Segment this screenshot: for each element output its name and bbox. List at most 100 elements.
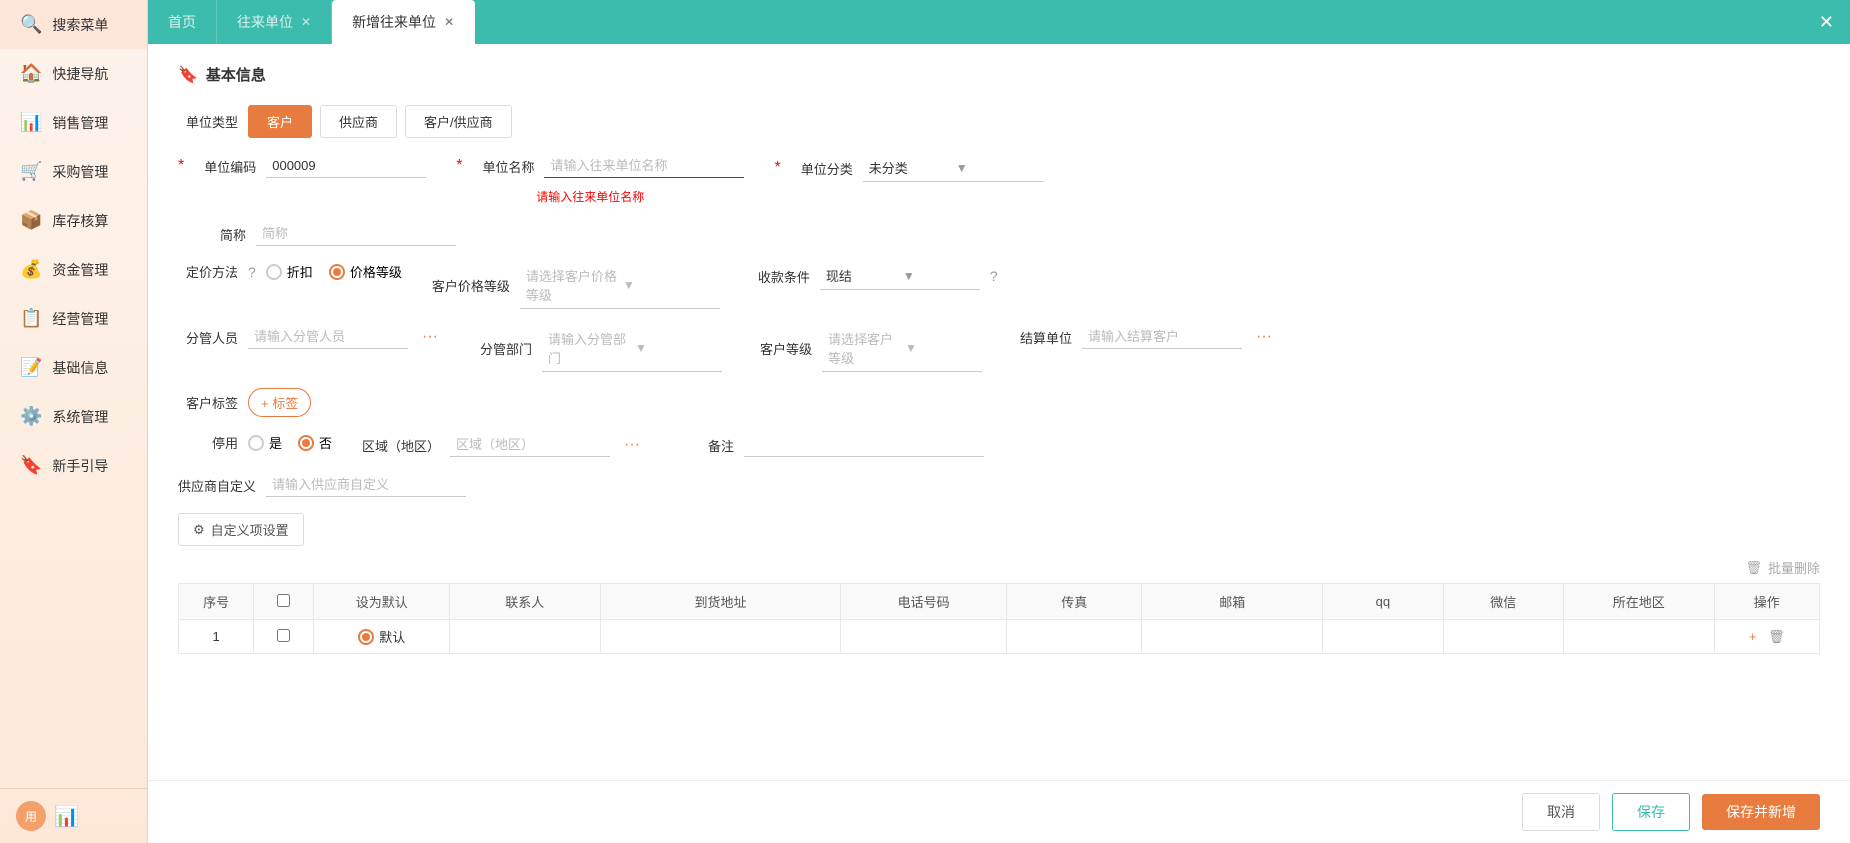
tab-partner-label: 往来单位 bbox=[237, 12, 293, 32]
department-arrow-icon: ▼ bbox=[635, 341, 716, 355]
supplier-custom-row: 供应商自定义 bbox=[178, 473, 1820, 497]
th-contact: 联系人 bbox=[449, 584, 600, 620]
unit-name-input[interactable] bbox=[544, 154, 744, 178]
tags-row: 客户标签 + 标签 bbox=[178, 388, 1820, 417]
tab-partner-close[interactable]: ✕ bbox=[301, 15, 311, 29]
manager-label: 分管人员 bbox=[178, 328, 238, 347]
manager-dots-button[interactable]: ··· bbox=[418, 328, 442, 346]
sidebar-item-system[interactable]: ⚙️ 系统管理 bbox=[0, 392, 147, 441]
abbreviation-group: 简称 bbox=[178, 222, 456, 246]
pricing-help-icon[interactable]: ? bbox=[248, 264, 256, 280]
custom-settings-button[interactable]: ⚙ 自定义项设置 bbox=[178, 513, 304, 546]
tab-home[interactable]: 首页 bbox=[148, 0, 217, 44]
unit-category-arrow-icon: ▼ bbox=[956, 161, 1037, 175]
disable-yes-radio[interactable]: 是 bbox=[248, 433, 282, 452]
settlement-group: 结算单位 ··· bbox=[1012, 325, 1276, 349]
discount-radio-circle bbox=[266, 264, 282, 280]
th-phone: 电话号码 bbox=[841, 584, 1007, 620]
row-delete-button[interactable]: 🗑 bbox=[1768, 629, 1785, 644]
sidebar-item-label: 搜索菜单 bbox=[52, 15, 108, 35]
row-default-circle bbox=[358, 629, 374, 645]
pricing-radio-group: 折扣 价格等级 bbox=[266, 262, 402, 281]
save-button[interactable]: 保存 bbox=[1612, 793, 1690, 831]
department-select[interactable]: 请输入分管部门 ▼ bbox=[542, 325, 722, 372]
manager-group: 分管人员 ··· bbox=[178, 325, 442, 349]
cancel-button[interactable]: 取消 bbox=[1522, 793, 1600, 831]
supplier-custom-input[interactable] bbox=[266, 473, 466, 497]
sidebar-item-label: 资金管理 bbox=[52, 260, 108, 280]
batch-delete-label[interactable]: 批量删除 bbox=[1768, 558, 1820, 577]
customer-level-select[interactable]: 请选择客户等级 ▼ bbox=[822, 325, 982, 372]
abbreviation-row: 简称 bbox=[178, 222, 1820, 246]
section-basic-info: 🔖 基本信息 bbox=[178, 64, 1820, 85]
unit-code-required: * bbox=[178, 157, 184, 175]
sidebar-bottom-icon: 📊 bbox=[54, 804, 79, 829]
tab-home-label: 首页 bbox=[168, 12, 196, 32]
row-checkbox[interactable] bbox=[277, 629, 290, 642]
tab-partner[interactable]: 往来单位 ✕ bbox=[217, 0, 332, 44]
tab-new-partner-close[interactable]: ✕ bbox=[444, 15, 454, 29]
th-address: 到货地址 bbox=[600, 584, 841, 620]
region-input[interactable] bbox=[450, 433, 610, 457]
tab-new-partner[interactable]: 新增往来单位 ✕ bbox=[332, 0, 475, 44]
sidebar-item-operation[interactable]: 📋 经营管理 bbox=[0, 294, 147, 343]
customer-price-level-label: 客户价格等级 bbox=[432, 276, 510, 295]
remark-label: 备注 bbox=[674, 436, 734, 455]
close-all-button[interactable]: ✕ bbox=[1803, 12, 1850, 33]
disable-region-remark-row: 停用 是 否 区域（地区） ··· 备注 bbox=[178, 433, 1820, 457]
manager-input[interactable] bbox=[248, 325, 408, 349]
disable-yes-label: 是 bbox=[269, 433, 282, 452]
settlement-dots-button[interactable]: ··· bbox=[1252, 328, 1276, 346]
unit-name-label: 单位名称 bbox=[474, 157, 534, 176]
row-address bbox=[600, 620, 841, 654]
sidebar-item-inventory[interactable]: 📦 库存核算 bbox=[0, 196, 147, 245]
payment-help-icon[interactable]: ? bbox=[990, 268, 998, 284]
discount-label: 折扣 bbox=[287, 262, 313, 281]
customer-level-label: 客户等级 bbox=[752, 339, 812, 358]
pricing-level-radio[interactable]: 价格等级 bbox=[329, 262, 402, 281]
sidebar-item-search[interactable]: 🔍 搜索菜单 bbox=[0, 0, 147, 49]
region-dots-button[interactable]: ··· bbox=[620, 436, 644, 454]
customer-price-level-select[interactable]: 请选择客户价格等级 ▼ bbox=[520, 262, 720, 309]
sidebar-item-finance[interactable]: 💰 资金管理 bbox=[0, 245, 147, 294]
row-add-button[interactable]: + bbox=[1749, 629, 1757, 644]
sidebar-item-sales[interactable]: 📊 销售管理 bbox=[0, 98, 147, 147]
disable-no-radio[interactable]: 否 bbox=[298, 433, 332, 452]
row-default-radio[interactable]: 默认 bbox=[358, 627, 405, 646]
payment-terms-select[interactable]: 现结 ▼ bbox=[820, 262, 980, 290]
th-index: 序号 bbox=[179, 584, 254, 620]
save-new-button[interactable]: 保存并新增 bbox=[1702, 794, 1820, 830]
sidebar-item-basic-info[interactable]: 📝 基础信息 bbox=[0, 343, 147, 392]
remark-input[interactable] bbox=[744, 433, 984, 457]
unit-category-select[interactable]: 未分类 ▼ bbox=[863, 154, 1043, 182]
pricing-label: 定价方法 bbox=[178, 262, 238, 281]
th-region: 所在地区 bbox=[1564, 584, 1715, 620]
sidebar-item-quick-nav[interactable]: 🏠 快捷导航 bbox=[0, 49, 147, 98]
unit-btn-both[interactable]: 客户/供应商 bbox=[405, 105, 512, 138]
pricing-discount-radio[interactable]: 折扣 bbox=[266, 262, 313, 281]
unit-btn-customer[interactable]: 客户 bbox=[248, 105, 312, 138]
footer: 取消 保存 保存并新增 bbox=[148, 780, 1850, 843]
row-phone bbox=[841, 620, 1007, 654]
region-label: 区域（地区） bbox=[362, 436, 440, 455]
disable-yes-circle bbox=[248, 435, 264, 451]
disable-group: 停用 是 否 bbox=[178, 433, 332, 452]
settlement-input[interactable] bbox=[1082, 325, 1242, 349]
tag-add-button[interactable]: + 标签 bbox=[248, 388, 311, 417]
purchase-icon: 🛒 bbox=[20, 161, 42, 182]
unit-type-label: 单位类型 bbox=[178, 112, 238, 131]
sidebar-item-label: 销售管理 bbox=[52, 113, 108, 133]
row-checkbox-cell bbox=[254, 620, 314, 654]
unit-code-input[interactable] bbox=[266, 154, 426, 178]
abbreviation-input[interactable] bbox=[256, 222, 456, 246]
unit-name-group: * 单位名称 请输入往来单位名称 bbox=[456, 154, 744, 206]
select-all-checkbox[interactable] bbox=[277, 594, 290, 607]
customer-level-placeholder: 请选择客户等级 bbox=[828, 329, 899, 367]
sidebar-item-purchase[interactable]: 🛒 采购管理 bbox=[0, 147, 147, 196]
unit-btn-supplier[interactable]: 供应商 bbox=[320, 105, 397, 138]
payment-terms-group: 收款条件 现结 ▼ ? bbox=[750, 262, 998, 290]
search-icon: 🔍 bbox=[20, 14, 42, 35]
sidebar-item-guide[interactable]: 🔖 新手引导 bbox=[0, 441, 147, 490]
tags-group: 客户标签 + 标签 bbox=[178, 388, 311, 417]
row-fax bbox=[1006, 620, 1141, 654]
